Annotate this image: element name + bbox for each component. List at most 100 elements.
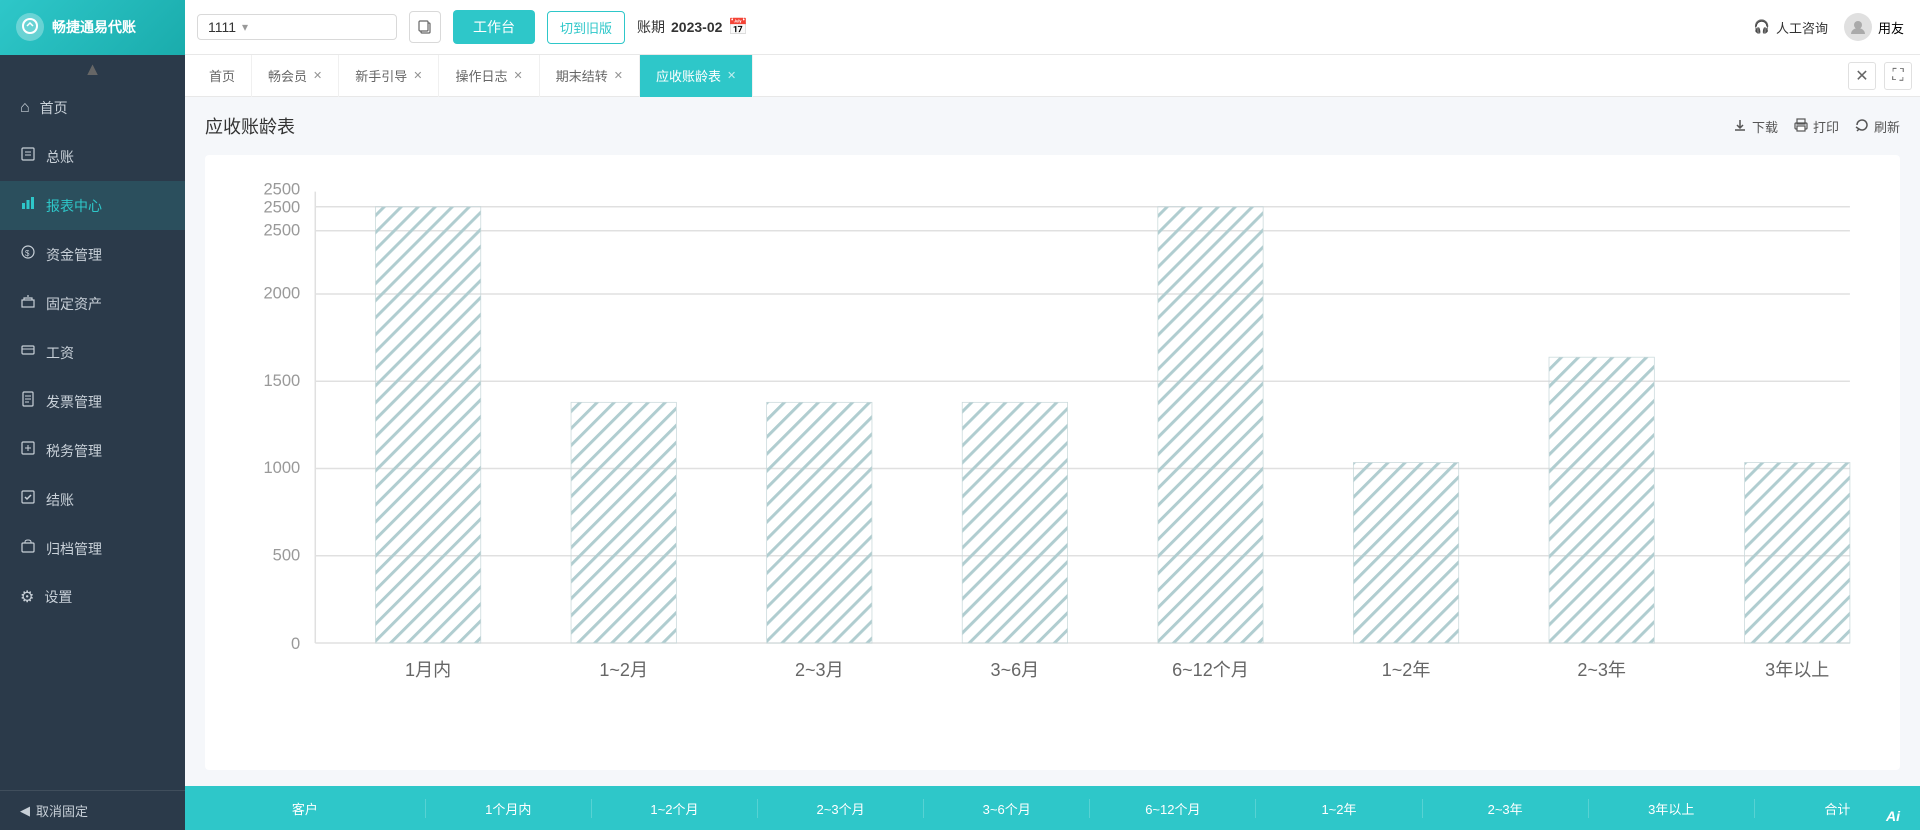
- sidebar-label-funds: 资金管理: [46, 245, 102, 265]
- sidebar-label-archive: 归档管理: [46, 539, 102, 559]
- chevron-down-icon: ▾: [242, 20, 248, 34]
- tab-oplog[interactable]: 操作日志 ✕: [439, 55, 539, 97]
- user-name: 用友: [1878, 18, 1904, 37]
- tab-aging-close[interactable]: ✕: [727, 69, 736, 82]
- refresh-icon: [1855, 118, 1869, 135]
- sidebar-item-invoice[interactable]: 发票管理: [0, 377, 185, 426]
- archive-icon: [20, 538, 36, 559]
- page-title: 应收账龄表: [205, 113, 295, 139]
- svg-text:500: 500: [273, 545, 301, 564]
- settings-icon: ⚙: [20, 587, 34, 607]
- salary-icon: [20, 342, 36, 363]
- logo-text: 畅捷通易代账: [52, 17, 136, 37]
- sidebar-label-assets: 固定资产: [46, 294, 102, 314]
- svg-text:1~2月: 1~2月: [599, 660, 648, 680]
- tab-member-label: 畅会员: [268, 66, 307, 85]
- close-tab-button[interactable]: ✕: [1848, 62, 1876, 90]
- workbench-button[interactable]: 工作台: [453, 10, 535, 44]
- col-1month: 1个月内: [426, 799, 592, 818]
- sidebar-item-tax[interactable]: 税务管理: [0, 426, 185, 475]
- sidebar-item-salary[interactable]: 工资: [0, 328, 185, 377]
- tab-guide[interactable]: 新手引导 ✕: [339, 55, 439, 97]
- period-label: 账期: [637, 17, 665, 37]
- cancel-fixed-label: 取消固定: [36, 801, 88, 820]
- tab-home[interactable]: 首页: [193, 55, 252, 97]
- sidebar-item-home[interactable]: ⌂ 首页: [0, 84, 185, 132]
- tab-oplog-close[interactable]: ✕: [514, 69, 523, 82]
- sidebar-item-archive[interactable]: 归档管理: [0, 524, 185, 573]
- tab-member[interactable]: 畅会员 ✕: [252, 55, 339, 97]
- tab-period-end[interactable]: 期末结转 ✕: [540, 55, 640, 97]
- tab-period-end-label: 期末结转: [556, 66, 608, 85]
- logo-area: 畅捷通易代账: [0, 0, 185, 55]
- svg-text:0: 0: [291, 634, 300, 653]
- avatar: [1844, 13, 1872, 41]
- tab-aging[interactable]: 应收账龄表 ✕: [640, 55, 753, 97]
- cancel-fixed-button[interactable]: ◀ 取消固定: [0, 790, 185, 830]
- svg-text:3~6月: 3~6月: [991, 660, 1040, 680]
- sidebar-item-funds[interactable]: $ 资金管理: [0, 230, 185, 279]
- invoice-icon: [20, 391, 36, 412]
- copy-button[interactable]: [409, 11, 441, 43]
- ai-badge[interactable]: Ai: [1866, 802, 1920, 830]
- calendar-icon[interactable]: 📅: [728, 17, 748, 37]
- refresh-button[interactable]: 刷新: [1855, 117, 1900, 136]
- sidebar-item-reports[interactable]: 报表中心: [0, 181, 185, 230]
- tab-guide-close[interactable]: ✕: [413, 69, 422, 82]
- tab-period-end-close[interactable]: ✕: [614, 69, 623, 82]
- col-2-3year: 2~3年: [1423, 799, 1589, 818]
- col-customer: 客户: [185, 799, 426, 818]
- user-area[interactable]: 用友: [1844, 13, 1904, 41]
- reports-icon: [20, 195, 36, 216]
- page-actions: 下载 打印 刷新: [1733, 117, 1900, 136]
- sidebar-label-checkout: 结账: [46, 490, 74, 510]
- company-name: 1111: [208, 19, 236, 35]
- sidebar-item-ledger[interactable]: 总账: [0, 132, 185, 181]
- bar-chart: 0 500 1000 1500 2000 2500 2500 2500: [225, 175, 1880, 750]
- content-area: 首页 畅会员 ✕ 新手引导 ✕ 操作日志 ✕ 期末结转 ✕ 应收账龄表 ✕: [185, 55, 1920, 830]
- tab-member-close[interactable]: ✕: [313, 69, 322, 82]
- svg-text:2500: 2500: [263, 220, 300, 239]
- svg-text:1月内: 1月内: [405, 660, 451, 680]
- col-1-2year: 1~2年: [1256, 799, 1422, 818]
- tab-oplog-label: 操作日志: [455, 66, 507, 85]
- col-6-12month: 6~12个月: [1090, 799, 1256, 818]
- print-button[interactable]: 打印: [1794, 117, 1839, 136]
- col-2-3month: 2~3个月: [758, 799, 924, 818]
- consult-label: 人工咨询: [1776, 18, 1828, 37]
- sidebar-item-checkout[interactable]: 结账: [0, 475, 185, 524]
- tabs-actions: ✕ ⛶: [1848, 62, 1912, 90]
- svg-text:1500: 1500: [263, 371, 300, 390]
- page-header: 应收账龄表 下载 打印: [205, 113, 1900, 139]
- maximize-tab-button[interactable]: ⛶: [1884, 62, 1912, 90]
- svg-text:6~12个月: 6~12个月: [1172, 660, 1249, 680]
- ledger-icon: [20, 146, 36, 167]
- checkout-icon: [20, 489, 36, 510]
- svg-text:1~2年: 1~2年: [1382, 660, 1431, 680]
- page-content: 应收账龄表 下载 打印: [185, 97, 1920, 786]
- tabs-bar: 首页 畅会员 ✕ 新手引导 ✕ 操作日志 ✕ 期末结转 ✕ 应收账龄表 ✕: [185, 55, 1920, 97]
- download-label: 下载: [1752, 117, 1778, 136]
- assets-icon: [20, 293, 36, 314]
- company-selector[interactable]: 1111 ▾: [197, 14, 397, 40]
- col-3-6month: 3~6个月: [924, 799, 1090, 818]
- svg-text:$: $: [25, 249, 30, 258]
- tax-icon: [20, 440, 36, 461]
- consult-button[interactable]: 🎧 人工咨询: [1754, 18, 1828, 37]
- header-right: 🎧 人工咨询 用友: [1754, 13, 1904, 41]
- sidebar-label-reports: 报表中心: [46, 196, 102, 216]
- sidebar-item-assets[interactable]: 固定资产: [0, 279, 185, 328]
- tab-aging-label: 应收账龄表: [656, 66, 721, 85]
- sidebar-label-invoice: 发票管理: [46, 392, 102, 412]
- tab-home-label: 首页: [209, 66, 235, 85]
- svg-text:2~3年: 2~3年: [1577, 660, 1626, 680]
- svg-text:2~3月: 2~3月: [795, 660, 844, 680]
- sidebar-label-ledger: 总账: [46, 147, 74, 167]
- download-button[interactable]: 下载: [1733, 117, 1778, 136]
- col-3plus-year: 3年以上: [1589, 799, 1755, 818]
- refresh-label: 刷新: [1874, 117, 1900, 136]
- logo-icon: [16, 13, 44, 41]
- switch-version-button[interactable]: 切到旧版: [547, 11, 625, 44]
- sidebar-item-settings[interactable]: ⚙ 设置: [0, 573, 185, 621]
- svg-text:1000: 1000: [263, 458, 300, 477]
